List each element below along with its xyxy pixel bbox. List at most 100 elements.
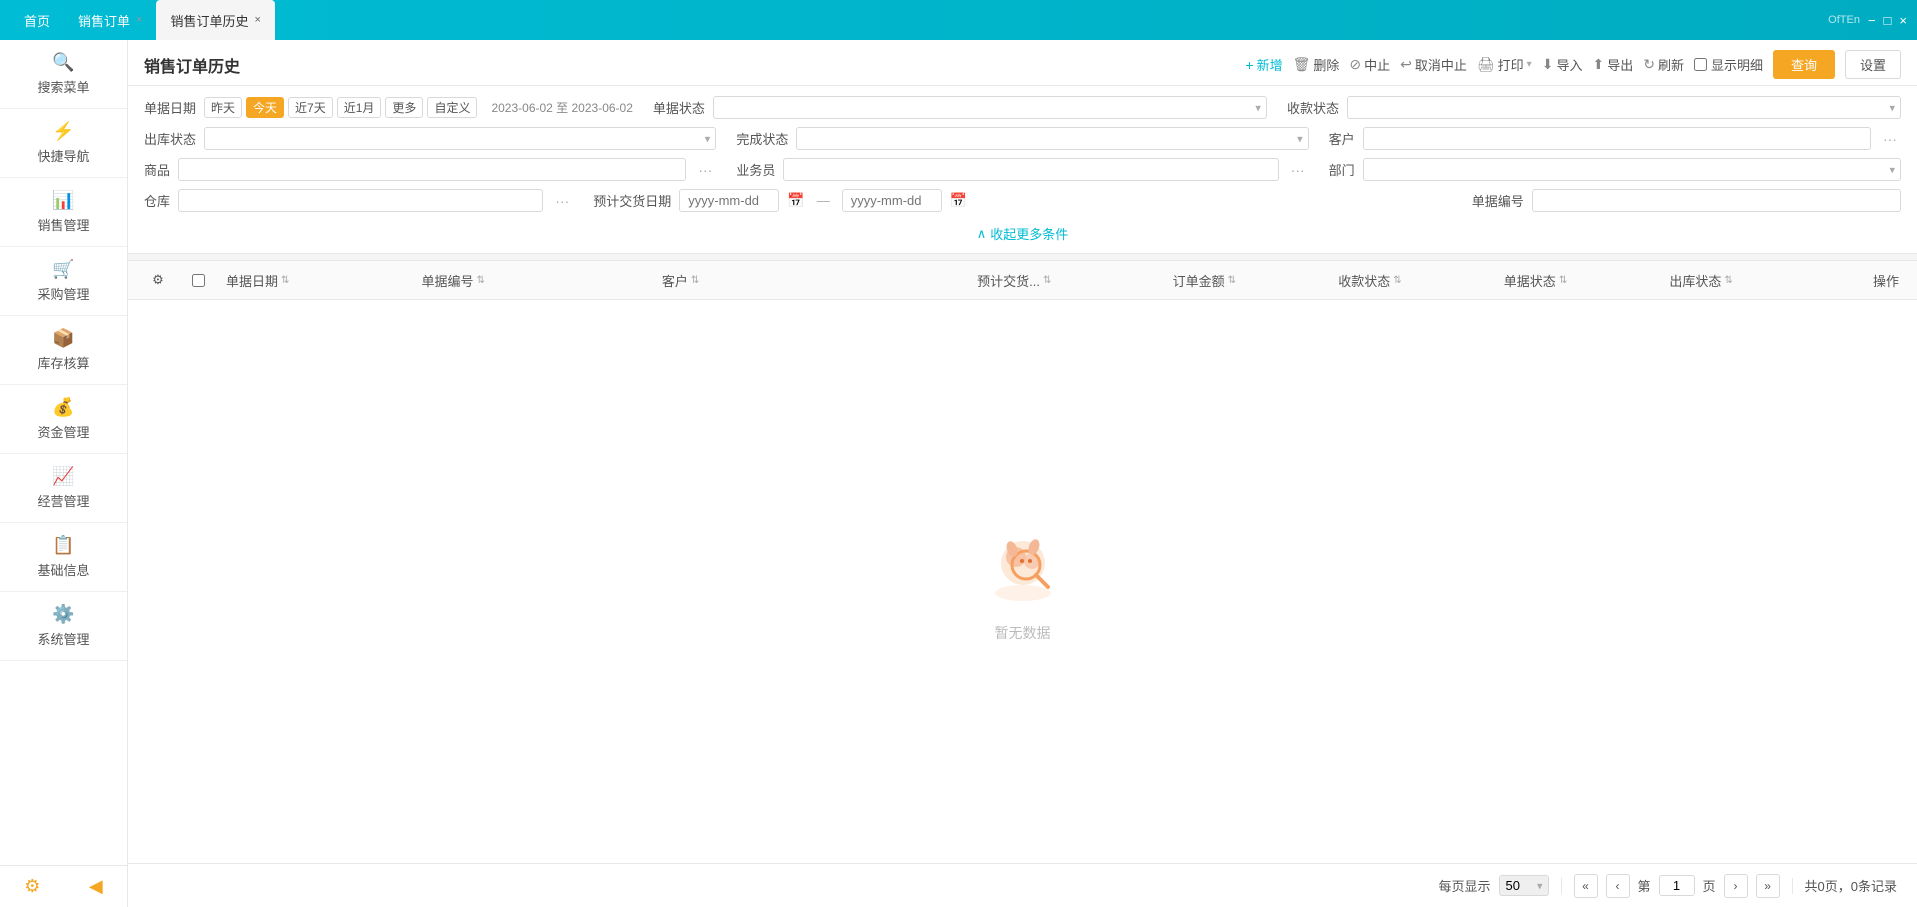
date-btn-today[interactable]: 今天: [246, 97, 284, 118]
filter-receipt-status: 收款状态: [1287, 96, 1901, 119]
salesperson-picker-btn[interactable]: ···: [1287, 162, 1309, 178]
empty-illustration: [978, 521, 1068, 611]
next-page-btn[interactable]: ›: [1724, 874, 1748, 898]
delete-icon: 🗑: [1293, 56, 1311, 73]
top-bar: 首页 销售订单 × 销售订单历史 × OfTEn − □ ×: [0, 0, 1917, 40]
content-area: 销售订单历史 + 新增 🗑 删除 ⊘ 中止 ↩ 取消中止: [128, 40, 1917, 907]
th-out-status[interactable]: 出库状态 ⇅: [1661, 271, 1827, 290]
delivery-date-from-input[interactable]: [679, 189, 779, 212]
setting-button[interactable]: 设置: [1845, 50, 1901, 79]
delete-button[interactable]: 🗑 删除: [1293, 55, 1340, 74]
goods-picker-btn[interactable]: ···: [694, 162, 716, 178]
th-checkbox[interactable]: [178, 274, 218, 287]
sales-mgmt-icon: 📊: [52, 190, 74, 211]
import-button[interactable]: ⬇ 导入: [1542, 55, 1583, 74]
per-page-select[interactable]: 10 20 50 100: [1499, 875, 1549, 896]
sort-amount-icon: ⇅: [1228, 275, 1236, 286]
th-op: 操作: [1827, 271, 1907, 290]
window-close-btn[interactable]: ×: [1899, 13, 1907, 28]
date-btn-more[interactable]: 更多: [385, 97, 423, 118]
th-amount[interactable]: 订单金额 ⇅: [1165, 271, 1331, 290]
sidebar-item-funds-mgmt[interactable]: 💰 资金管理: [0, 385, 127, 454]
close-tab-sales-order-history[interactable]: ×: [254, 14, 260, 26]
filter-date: 单据日期 昨天 今天 近7天 近1月 更多 自定义 2023-06-02 至 2…: [144, 97, 633, 118]
filter-warehouse: 仓库 ···: [144, 189, 573, 212]
goods-input[interactable]: [178, 158, 686, 181]
table-header: ⚙ 单据日期 ⇅ 单据编号 ⇅ 客户 ⇅ 预计交货...: [128, 260, 1917, 300]
customer-input[interactable]: [1363, 127, 1871, 150]
select-all-checkbox[interactable]: [192, 274, 205, 287]
table-settings-icon[interactable]: ⚙: [152, 272, 164, 288]
tab-sales-order[interactable]: 销售订单 ×: [64, 0, 156, 40]
th-settings[interactable]: ⚙: [138, 272, 178, 288]
main-layout: 🔍 搜索菜单 ⚡ 快捷导航 📊 销售管理 🛒 采购管理 📦 库存核算 💰 资金管…: [0, 40, 1917, 907]
prev-page-btn[interactable]: ‹: [1606, 874, 1630, 898]
filter-row-1: 单据日期 昨天 今天 近7天 近1月 更多 自定义 2023-06-02 至 2…: [144, 96, 1901, 119]
date-btn-1month[interactable]: 近1月: [337, 97, 382, 118]
sidebar-item-quick-nav[interactable]: ⚡ 快捷导航: [0, 109, 127, 178]
date-btn-yesterday[interactable]: 昨天: [204, 97, 242, 118]
print-icon: 🖨: [1477, 56, 1495, 73]
delivery-date-from-calendar[interactable]: 📅: [787, 192, 804, 209]
sidebar-settings-icon[interactable]: ⚙: [24, 876, 40, 897]
sort-date-icon: ⇅: [281, 275, 289, 286]
tab-home[interactable]: 首页: [10, 0, 64, 40]
th-number[interactable]: 单据编号 ⇅: [414, 271, 654, 290]
cancel-stop-button[interactable]: ↩ 取消中止: [1400, 55, 1467, 74]
display-detail-checkbox[interactable]: [1694, 58, 1707, 71]
salesperson-input[interactable]: [783, 158, 1278, 181]
page-number-input[interactable]: [1659, 875, 1695, 896]
stop-button[interactable]: ⊘ 中止: [1349, 55, 1390, 74]
sidebar-item-sys-mgmt[interactable]: ⚙️ 系统管理: [0, 592, 127, 661]
sort-number-icon: ⇅: [477, 275, 485, 286]
bill-number-input[interactable]: [1532, 189, 1901, 212]
export-button[interactable]: ⬆ 导出: [1592, 55, 1633, 74]
th-customer[interactable]: 客户 ⇅: [654, 271, 969, 290]
filter-delivery-date: 预计交货日期 📅 — 📅: [593, 189, 1452, 212]
last-page-btn[interactable]: »: [1756, 874, 1780, 898]
sidebar-collapse-icon[interactable]: ◀: [89, 876, 103, 897]
close-tab-sales-order[interactable]: ×: [136, 14, 142, 26]
empty-state: 暂无数据: [978, 521, 1068, 643]
sidebar-item-search-menu[interactable]: 🔍 搜索菜单: [0, 40, 127, 109]
new-button[interactable]: + 新增: [1245, 55, 1282, 74]
receipt-status-select[interactable]: [1347, 96, 1901, 119]
maximize-btn[interactable]: □: [1884, 13, 1892, 28]
collapse-filter-btn[interactable]: ∧ 收起更多条件: [144, 220, 1901, 243]
th-delivery[interactable]: 预计交货... ⇅: [969, 271, 1165, 290]
out-status-select[interactable]: [204, 127, 716, 150]
th-bill-status[interactable]: 单据状态 ⇅: [1496, 271, 1662, 290]
sidebar-item-purchase-mgmt[interactable]: 🛒 采购管理: [0, 247, 127, 316]
pagination-bar: 每页显示 10 20 50 100 « ‹ 第 页 › » 共0页，0条记录: [128, 863, 1917, 907]
display-detail-checkbox-label[interactable]: 显示明细: [1694, 55, 1763, 74]
bill-status-select[interactable]: [713, 96, 1267, 119]
stop-icon: ⊘: [1349, 56, 1361, 73]
tab-sales-order-history[interactable]: 销售订单历史 ×: [156, 0, 274, 40]
warehouse-input[interactable]: [178, 189, 543, 212]
filter-dept: 部门: [1329, 158, 1901, 181]
th-receipt-status[interactable]: 收款状态 ⇅: [1330, 271, 1496, 290]
new-icon: +: [1245, 57, 1253, 73]
query-button[interactable]: 查询: [1773, 50, 1835, 79]
dept-select[interactable]: [1363, 158, 1901, 181]
refresh-button[interactable]: ↻ 刷新: [1643, 55, 1684, 74]
cancel-stop-icon: ↩: [1400, 56, 1412, 73]
date-btn-7days[interactable]: 近7天: [288, 97, 333, 118]
sidebar-item-operations-mgmt[interactable]: 📈 经营管理: [0, 454, 127, 523]
complete-status-select[interactable]: [796, 127, 1308, 150]
sidebar-item-inventory[interactable]: 📦 库存核算: [0, 316, 127, 385]
search-menu-icon: 🔍: [52, 52, 74, 73]
date-range-display: 2023-06-02 至 2023-06-02: [491, 99, 632, 116]
date-btn-custom[interactable]: 自定义: [427, 97, 477, 118]
delivery-date-to-input[interactable]: [842, 189, 942, 212]
warehouse-picker-btn[interactable]: ···: [551, 193, 573, 209]
minimize-btn[interactable]: −: [1868, 13, 1876, 28]
funds-mgmt-icon: 💰: [52, 397, 74, 418]
th-date[interactable]: 单据日期 ⇅: [218, 271, 414, 290]
sidebar-item-sales-mgmt[interactable]: 📊 销售管理: [0, 178, 127, 247]
delivery-date-to-calendar[interactable]: 📅: [950, 192, 967, 209]
first-page-btn[interactable]: «: [1574, 874, 1598, 898]
print-button[interactable]: 🖨 打印 ▾: [1477, 55, 1532, 74]
customer-picker-btn[interactable]: ···: [1879, 131, 1901, 147]
sidebar-item-base-info[interactable]: 📋 基础信息: [0, 523, 127, 592]
